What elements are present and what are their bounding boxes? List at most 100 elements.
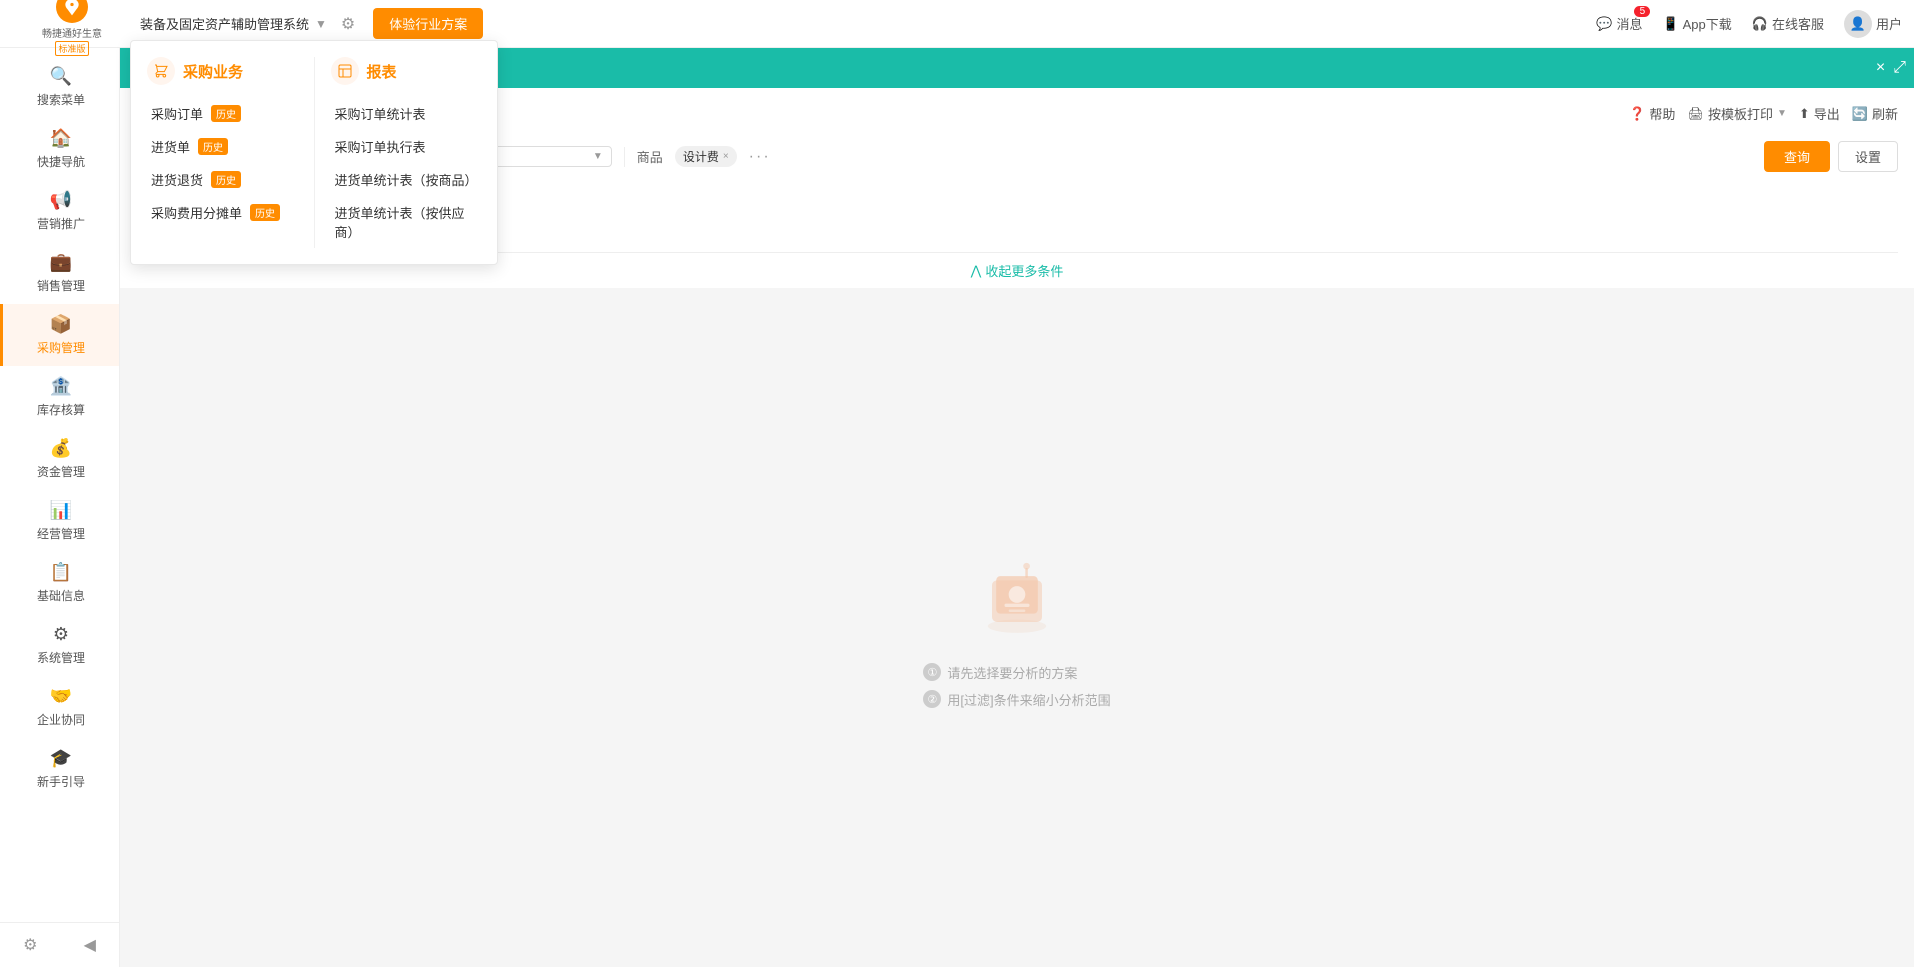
dropdown-report-header: 报表 [331, 57, 482, 85]
help-label: 帮助 [1649, 104, 1675, 123]
empty-tip-1: ① 请先选择要分析的方案 [923, 663, 1110, 682]
sidebar-search-label: 搜索菜单 [37, 91, 85, 108]
sidebar-item-operation[interactable]: 📊 经营管理 [0, 490, 119, 552]
sidebar-marketing-label: 营销推广 [37, 215, 85, 232]
window-expand-btn[interactable]: ⤢ [1893, 59, 1906, 77]
system-title-area: 装备及固定资产辅助管理系统 ▼ ⚙ 体验行业方案 [140, 8, 1596, 39]
help-icon: ❓ [1629, 106, 1645, 122]
system-settings-icon[interactable]: ⚙ [341, 14, 355, 34]
sidebar-purchase-label: 采购管理 [37, 339, 85, 356]
refresh-icon: 🔄 [1852, 106, 1868, 122]
sidebar-item-finance[interactable]: 💰 资金管理 [0, 428, 119, 490]
bank-icon: 🏦 [50, 376, 72, 397]
sidebar-item-purchase[interactable]: 📦 采购管理 [0, 304, 119, 366]
tip-text-2: 用[过滤]条件来缩小分析范围 [947, 690, 1110, 709]
dropdown-purchase-header: 采购业务 [147, 57, 298, 85]
incoming-history: 历史 [198, 138, 228, 155]
purchase-col-icon [147, 57, 175, 85]
voucher-status-arrow: ▼ [593, 151, 603, 162]
headset-icon: 🎧 [1752, 16, 1768, 32]
help-btn[interactable]: ❓ 帮助 [1629, 104, 1675, 123]
sidebar-guide-label: 新手引导 [37, 773, 85, 790]
sidebar-sales-label: 销售管理 [37, 277, 85, 294]
gear-icon: ⚙ [53, 624, 69, 645]
dropdown-incoming-by-goods[interactable]: 进货单统计表（按商品） [331, 163, 482, 196]
sidebar-item-sales[interactable]: 💼 销售管理 [0, 242, 119, 304]
purchase-order-exec-label: 采购订单执行表 [335, 137, 426, 156]
print-dropdown-icon: ▼ [1777, 108, 1787, 119]
cost-history: 历史 [250, 204, 280, 221]
export-icon: ⬆ [1799, 106, 1810, 122]
sidebar-operation-label: 经营管理 [37, 525, 85, 542]
package-icon: 📦 [50, 314, 72, 335]
dropdown-purchase-order[interactable]: 采购订单 历史 [147, 97, 298, 130]
sidebar: 🔍 搜索菜单 🏠 快捷导航 📢 营销推广 💼 销售管理 📦 采购管理 🏦 库存核… [0, 48, 120, 967]
list-icon: 📋 [50, 562, 72, 583]
message-item[interactable]: 💬 消息 5 [1596, 14, 1642, 33]
sidebar-item-guide[interactable]: 🎓 新手引导 [0, 738, 119, 800]
query-button[interactable]: 查询 [1764, 141, 1830, 172]
trial-button[interactable]: 体验行业方案 [373, 8, 483, 39]
tip-num-1: ① [923, 663, 941, 681]
handshake-icon: 🤝 [50, 686, 72, 707]
guide-icon: 🎓 [50, 748, 72, 769]
logo-area: 畅捷通好生意 标准版 [12, 0, 132, 56]
sidebar-item-system[interactable]: ⚙ 系统管理 [0, 614, 119, 676]
dropdown-cost[interactable]: 采购费用分摊单 历史 [147, 196, 298, 229]
collapse-sidebar-icon[interactable]: ◀ [84, 935, 96, 955]
money-icon: 💰 [50, 438, 72, 459]
dropdown-incoming-by-supplier[interactable]: 进货单统计表（按供应商） [331, 196, 482, 248]
tab-bar-actions: × ⤢ [1876, 59, 1914, 77]
tip-text-1: 请先选择要分析的方案 [947, 663, 1077, 682]
goods-label: 商品 [637, 147, 663, 166]
export-btn[interactable]: ⬆ 导出 [1799, 104, 1840, 123]
dropdown-purchase-order-exec[interactable]: 采购订单执行表 [331, 130, 482, 163]
sidebar-item-marketing[interactable]: 📢 营销推广 [0, 180, 119, 242]
online-service-label: 在线客服 [1772, 14, 1824, 33]
dropdown-return[interactable]: 进货退货 历史 [147, 163, 298, 196]
system-dropdown-arrow[interactable]: ▼ [315, 17, 327, 31]
logo-subtitle: 畅捷通好生意 [42, 25, 102, 40]
dropdown-purchase-col: 采购业务 采购订单 历史 进货单 历史 进货退货 历史 采购费用分摊单 历史 [131, 57, 314, 248]
online-service-item[interactable]: 🎧 在线客服 [1752, 14, 1824, 33]
sidebar-nav-label: 快捷导航 [37, 153, 85, 170]
dropdown-purchase-order-stat[interactable]: 采购订单统计表 [331, 97, 482, 130]
goods-more-btn[interactable]: ··· [749, 148, 771, 166]
dropdown-incoming[interactable]: 进货单 历史 [147, 130, 298, 163]
message-count: 5 [1634, 6, 1650, 17]
user-avatar: 👤 [1844, 10, 1872, 38]
chart-icon: 📊 [50, 500, 72, 521]
tip-num-2: ② [923, 690, 941, 708]
goods-tag-close[interactable]: × [723, 151, 729, 162]
briefcase-icon: 💼 [50, 252, 72, 273]
separator-2 [624, 147, 625, 167]
report-col-icon [331, 57, 359, 85]
sidebar-item-nav[interactable]: 🏠 快捷导航 [0, 118, 119, 180]
sidebar-item-inventory[interactable]: 🏦 库存核算 [0, 366, 119, 428]
app-download-item[interactable]: 📱 App下载 [1662, 14, 1731, 33]
empty-tips: ① 请先选择要分析的方案 ② 用[过滤]条件来缩小分析范围 [923, 663, 1110, 709]
collapse-up-icon: ⋀ [971, 263, 982, 279]
print-btn[interactable]: 🖨 按模板打印 ▼ [1687, 104, 1786, 123]
print-label: 按模板打印 [1708, 104, 1773, 123]
incoming-by-supplier-label: 进货单统计表（按供应商） [335, 203, 478, 241]
app-download-label: App下载 [1683, 14, 1732, 33]
settings-bottom-icon[interactable]: ⚙ [23, 935, 37, 955]
collapse-label: 收起更多条件 [985, 261, 1063, 280]
window-close-btn[interactable]: × [1876, 59, 1885, 77]
return-history: 历史 [211, 171, 241, 188]
sidebar-item-basic[interactable]: 📋 基础信息 [0, 552, 119, 614]
empty-illustration [967, 547, 1067, 647]
user-item[interactable]: 👤 用户 [1844, 10, 1902, 38]
empty-tip-2: ② 用[过滤]条件来缩小分析范围 [923, 690, 1110, 709]
refresh-btn[interactable]: 🔄 刷新 [1852, 104, 1898, 123]
logo-icon [56, 0, 88, 23]
purchase-order-stat-label: 采购订单统计表 [335, 104, 426, 123]
home-icon: 🏠 [50, 128, 72, 149]
sidebar-item-collab[interactable]: 🤝 企业协同 [0, 676, 119, 738]
refresh-label: 刷新 [1872, 104, 1898, 123]
sidebar-item-search[interactable]: 🔍 搜索菜单 [0, 56, 119, 118]
purchase-col-title: 采购业务 [183, 61, 243, 82]
settings-button[interactable]: 设置 [1838, 141, 1898, 172]
sidebar-system-label: 系统管理 [37, 649, 85, 666]
